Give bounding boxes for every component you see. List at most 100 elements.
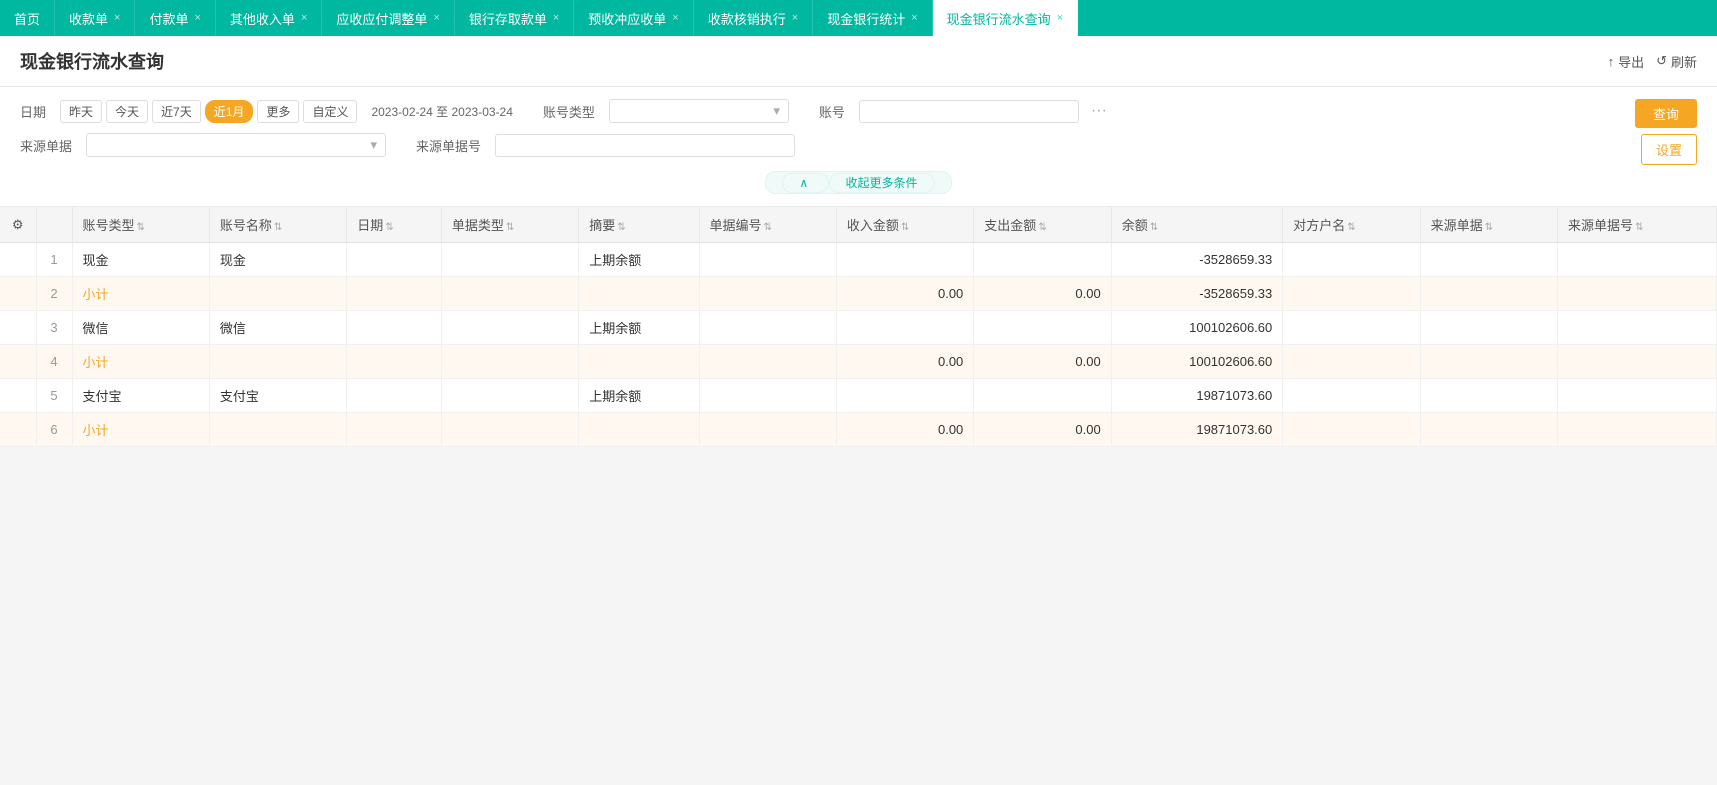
nav-tab-home[interactable]: 首页 — [0, 0, 55, 36]
table-col-counterparty[interactable]: 对方户名⇅ — [1283, 207, 1420, 243]
account-filter: 账号 ··· — [819, 100, 1107, 123]
filter-action-buttons: 查询 设置 — [1635, 99, 1697, 165]
table-col-summary[interactable]: 摘要⇅ — [579, 207, 699, 243]
row-account-type: 支付宝 — [72, 379, 209, 413]
row-summary: 上期余额 — [579, 311, 699, 345]
date-filter: 日期 昨天今天近7天近1月更多自定义 2023-02-24 至 2023-03-… — [20, 100, 513, 123]
sort-icon: ⇅ — [137, 222, 145, 233]
row-account-name — [209, 413, 346, 447]
row-source-doc — [1420, 379, 1557, 413]
table-row: 6小计0.000.0019871073.60 — [0, 413, 1717, 447]
nav-tab-cash-bank-stat[interactable]: 现金银行统计 × — [813, 0, 932, 36]
source-doc-select[interactable]: ▾ — [86, 133, 386, 157]
table-col-doc-type[interactable]: 单据类型⇅ — [441, 207, 578, 243]
date-btn-近7天[interactable]: 近7天 — [152, 100, 201, 123]
table-col-account-type[interactable]: 账号类型⇅ — [72, 207, 209, 243]
row-number: 1 — [36, 243, 72, 277]
row-doc-no — [699, 243, 836, 277]
sort-icon: ⇅ — [1485, 222, 1493, 233]
page-title: 现金银行流水查询 — [20, 48, 164, 74]
nav-tab-close[interactable]: × — [194, 12, 200, 24]
row-income — [836, 311, 973, 345]
nav-tab-close[interactable]: × — [1057, 12, 1063, 24]
date-btn-昨天[interactable]: 昨天 — [60, 100, 102, 123]
row-summary: 上期余额 — [579, 379, 699, 413]
sort-icon: ⇅ — [901, 222, 909, 233]
table-col-doc-no[interactable]: 单据编号⇅ — [699, 207, 836, 243]
sort-icon: ⇅ — [274, 222, 282, 233]
row-account-name — [209, 345, 346, 379]
date-buttons: 昨天今天近7天近1月更多自定义 — [60, 100, 357, 123]
row-balance: -3528659.33 — [1111, 243, 1283, 277]
table-body: 1现金现金上期余额-3528659.332小计0.000.00-3528659.… — [0, 243, 1717, 447]
row-summary — [579, 413, 699, 447]
nav-tab-label: 收款单 — [69, 9, 108, 28]
row-account-name: 微信 — [209, 311, 346, 345]
query-button[interactable]: 查询 — [1635, 99, 1697, 128]
nav-tab-close[interactable]: × — [911, 12, 917, 24]
table-gear-col[interactable]: ⚙ — [0, 207, 36, 243]
account-type-dropdown-icon: ▾ — [773, 103, 780, 119]
sort-icon: ⇅ — [1347, 222, 1355, 233]
row-source-doc — [1420, 345, 1557, 379]
account-more-button[interactable]: ··· — [1091, 102, 1107, 120]
table-col-date[interactable]: 日期⇅ — [347, 207, 442, 243]
nav-tab-close[interactable]: × — [114, 12, 120, 24]
nav-tab-close[interactable]: × — [792, 12, 798, 24]
nav-tab-other-income[interactable]: 其他收入单 × — [216, 0, 322, 36]
row-balance: 100102606.60 — [1111, 345, 1283, 379]
account-input[interactable] — [859, 100, 1079, 123]
table-col-source-doc-no[interactable]: 来源单据号⇅ — [1558, 207, 1717, 243]
row-source-doc — [1420, 277, 1557, 311]
nav-tab-collection-exec[interactable]: 收款核销执行× — [694, 0, 813, 36]
row-account-name: 现金 — [209, 243, 346, 277]
account-type-filter: 账号类型 ▾ — [543, 99, 789, 123]
export-button[interactable]: ↑ 导出 — [1608, 52, 1645, 71]
row-number: 2 — [36, 277, 72, 311]
header-actions: ↑ 导出 ↺ 刷新 — [1608, 52, 1697, 71]
collapse-filters-button[interactable]: ∧ 收起更多条件 — [20, 167, 1697, 198]
collapse-icon: ∧ — [782, 173, 828, 193]
nav-tab-close[interactable]: × — [672, 12, 678, 24]
nav-tab-close[interactable]: × — [433, 12, 439, 24]
date-btn-更多[interactable]: 更多 — [257, 100, 299, 123]
nav-tab-label: 其他收入单 — [230, 9, 295, 28]
date-btn-今天[interactable]: 今天 — [106, 100, 148, 123]
row-income: 0.00 — [836, 413, 973, 447]
nav-tab-payment[interactable]: 付款单× — [135, 0, 215, 36]
row-doc-type — [441, 379, 578, 413]
nav-tab-label: 现金银行统计 — [827, 9, 905, 28]
refresh-icon: ↺ — [1656, 53, 1667, 69]
nav-tab-receipt[interactable]: 收款单 × — [55, 0, 135, 36]
refresh-button[interactable]: ↺ 刷新 — [1656, 52, 1697, 71]
top-navigation: 首页收款单×付款单×其他收入单×应收应付调整单×银行存取款单×预收冲应收单×收款… — [0, 0, 1717, 36]
row-doc-type — [441, 277, 578, 311]
row-number: 5 — [36, 379, 72, 413]
table-col-source-doc[interactable]: 来源单据⇅ — [1420, 207, 1557, 243]
table-col-income[interactable]: 收入金额⇅ — [836, 207, 973, 243]
account-type-select[interactable]: ▾ — [609, 99, 789, 123]
row-income — [836, 243, 973, 277]
row-expense — [974, 379, 1111, 413]
table-col-expense[interactable]: 支出金额⇅ — [974, 207, 1111, 243]
nav-tab-bank-deposit[interactable]: 银行存取款单× — [455, 0, 574, 36]
nav-tab-close[interactable]: × — [301, 12, 307, 24]
row-source-doc — [1420, 243, 1557, 277]
nav-tab-close[interactable]: × — [553, 12, 559, 24]
row-doc-no — [699, 345, 836, 379]
nav-tab-ar-adjust[interactable]: 应收应付调整单× — [322, 0, 454, 36]
nav-tab-cash-bank-flow[interactable]: 现金银行流水查询× — [933, 0, 1078, 36]
settings-button[interactable]: 设置 — [1641, 134, 1697, 165]
table-col-account-name[interactable]: 账号名称⇅ — [209, 207, 346, 243]
sort-icon: ⇅ — [506, 222, 514, 233]
row-account-type: 小计 — [72, 413, 209, 447]
source-doc-no-input[interactable] — [495, 134, 795, 157]
row-date — [347, 311, 442, 345]
row-doc-no — [699, 379, 836, 413]
nav-tab-pre-receipt[interactable]: 预收冲应收单× — [574, 0, 693, 36]
row-income: 0.00 — [836, 345, 973, 379]
date-btn-近1月[interactable]: 近1月 — [205, 100, 254, 123]
date-btn-自定义[interactable]: 自定义 — [303, 100, 357, 123]
table-col-balance[interactable]: 余额⇅ — [1111, 207, 1283, 243]
row-summary — [579, 277, 699, 311]
